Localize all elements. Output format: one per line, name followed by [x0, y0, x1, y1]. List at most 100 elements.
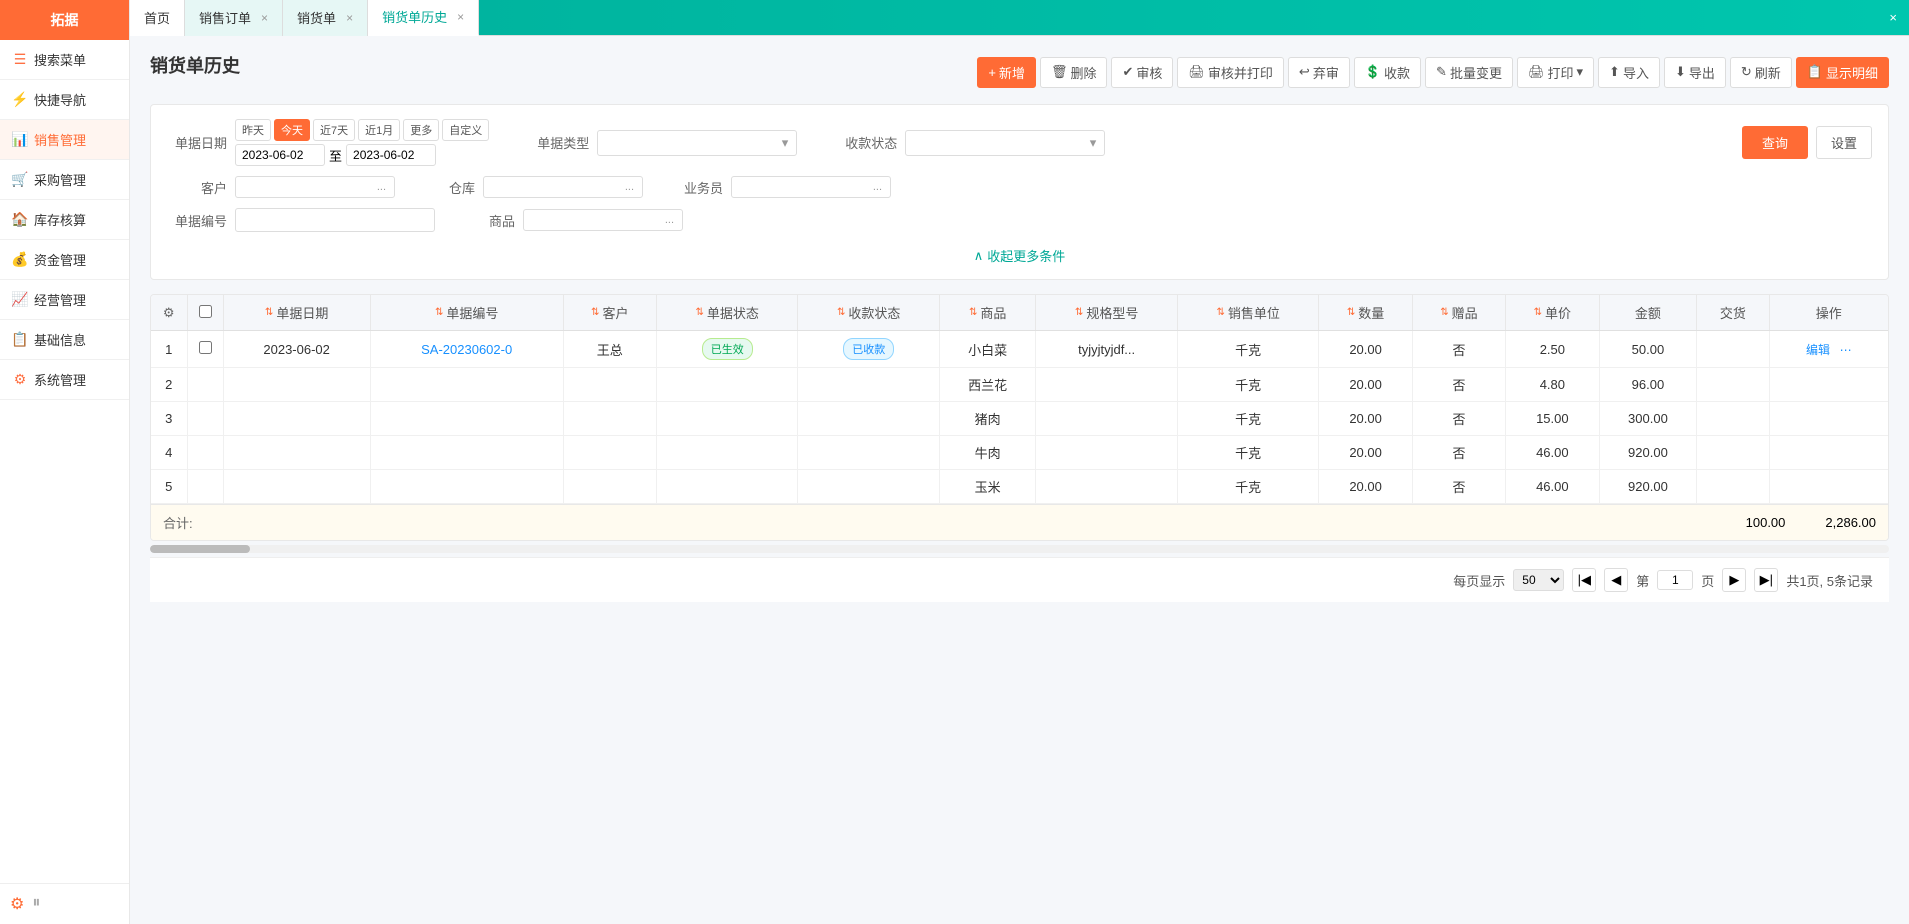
footer-total-amount: 2,286.00 [1825, 515, 1876, 530]
row1-gift: 否 [1412, 331, 1505, 368]
row5-date [223, 470, 370, 504]
warehouse-input[interactable]: ... [483, 176, 643, 198]
row2-goods: 西兰花 [940, 368, 1036, 402]
row2-docno [370, 368, 563, 402]
date-quick-1month[interactable]: 近1月 [358, 119, 400, 141]
query-button[interactable]: 查询 [1742, 126, 1808, 159]
page-title: 销货单历史 [150, 52, 240, 78]
table-settings-icon[interactable]: ⚙ [163, 305, 175, 320]
th-docstatus: ⇅ 单据状态 [656, 295, 798, 331]
date-quick-custom[interactable]: 自定义 [442, 119, 489, 141]
sidebar-item-sales[interactable]: 📊 销售管理 [0, 120, 129, 160]
customer-ellipsis: ... [377, 181, 386, 193]
scrollbar-thumb[interactable] [150, 545, 250, 553]
page-number-input[interactable] [1657, 570, 1693, 590]
collapse-button[interactable]: ∧ 收起更多条件 [167, 242, 1872, 265]
filter-area: 单据日期 昨天 今天 近7天 近1月 更多 自定义 至 [150, 104, 1889, 280]
row4-paymentstatus [798, 436, 940, 470]
show-detail-icon: 📋 [1807, 64, 1823, 80]
audit-button[interactable]: ✔ 审核 [1111, 57, 1173, 88]
row4-qty: 20.00 [1319, 436, 1412, 470]
row1-docno-link[interactable]: SA-20230602-0 [421, 342, 512, 357]
goods-label: 商品 [455, 211, 515, 230]
date-quick-yesterday[interactable]: 昨天 [235, 119, 271, 141]
date-to-input[interactable] [346, 144, 436, 166]
collapse-label: 收起更多条件 [987, 246, 1065, 265]
th-gift: ⇅ 赠品 [1412, 295, 1505, 331]
set-button[interactable]: 设置 [1816, 126, 1872, 159]
row1-more-link[interactable]: ⋯ [1840, 343, 1852, 357]
th-goods-sort-icon: ⇅ [969, 307, 977, 318]
audit-print-icon: 🖨 [1188, 64, 1205, 80]
page-size-select[interactable]: 50 10 20 100 [1513, 569, 1564, 591]
th-qty-sort-icon: ⇅ [1347, 307, 1355, 318]
sidebar-item-search[interactable]: ☰ 搜索菜单 [0, 40, 129, 80]
th-customer-inner: ⇅ 客户 [570, 303, 650, 322]
sidebar-collapse-btn[interactable]: ⏸ [32, 894, 40, 914]
print-button[interactable]: 🖨 打印 ▾ [1517, 57, 1594, 88]
select-all-checkbox[interactable] [199, 305, 212, 318]
tab-sales-history-close[interactable]: × [457, 10, 464, 24]
quicknav-icon: ⚡ [12, 92, 28, 108]
audit-print-button[interactable]: 🖨 审核并打印 [1177, 57, 1284, 88]
sidebar-item-label: 基础信息 [34, 330, 86, 349]
tab-sales-order[interactable]: 销售订单 × [185, 0, 283, 36]
th-price: ⇅ 单价 [1506, 295, 1599, 331]
tab-sales-delivery-close[interactable]: × [346, 11, 353, 25]
abandon-button[interactable]: ↩ 弃审 [1288, 57, 1350, 88]
date-quick-more[interactable]: 更多 [403, 119, 439, 141]
row1-select[interactable] [199, 341, 212, 354]
row2-qty: 20.00 [1319, 368, 1412, 402]
sidebar-item-system[interactable]: ⚙ 系统管理 [0, 360, 129, 400]
date-range-inputs: 至 [235, 144, 489, 166]
goods-input[interactable]: ... [523, 209, 683, 231]
row5-goods: 玉米 [940, 470, 1036, 504]
tab-sales-order-close[interactable]: × [261, 11, 268, 25]
page-last-btn[interactable]: ▶| [1754, 568, 1778, 592]
customer-input[interactable]: ... [235, 176, 395, 198]
tab-sales-delivery[interactable]: 销货单 × [283, 0, 368, 36]
docno-input[interactable] [235, 208, 435, 232]
sidebar-item-baseinfo[interactable]: 📋 基础信息 [0, 320, 129, 360]
row4-gift: 否 [1412, 436, 1505, 470]
th-spec-sort-icon: ⇅ [1075, 307, 1083, 318]
tabbar-close-btn[interactable]: × [1877, 10, 1909, 25]
page-first-btn[interactable]: |◀ [1572, 568, 1596, 592]
sidebar-item-operations[interactable]: 📈 经营管理 [0, 280, 129, 320]
export-button[interactable]: ⬇ 导出 [1664, 57, 1726, 88]
horizontal-scrollbar[interactable] [150, 545, 1889, 553]
sidebar-item-purchase[interactable]: 🛒 采购管理 [0, 160, 129, 200]
sidebar-item-quicknav[interactable]: ⚡ 快捷导航 [0, 80, 129, 120]
plus-icon: + [988, 65, 996, 80]
show-detail-button[interactable]: 📋 显示明细 [1796, 57, 1889, 88]
refresh-label: 刷新 [1755, 63, 1781, 82]
sidebar-item-inventory[interactable]: 🏠 库存核算 [0, 200, 129, 240]
sidebar-item-label: 系统管理 [34, 370, 86, 389]
row1-edit-link[interactable]: 编辑 [1806, 343, 1830, 357]
doctype-select[interactable]: ▾ [597, 130, 797, 156]
page-prev-btn[interactable]: ◀ [1604, 568, 1628, 592]
sidebar-item-label: 销售管理 [34, 130, 86, 149]
tab-sales-history[interactable]: 销货单历史 × [368, 0, 479, 36]
finance-icon: 💰 [12, 252, 28, 268]
refresh-button[interactable]: ↻ 刷新 [1730, 57, 1792, 88]
row5-docstatus [656, 470, 798, 504]
row1-paymentstatus-badge: 已收款 [843, 338, 894, 360]
staff-input[interactable]: ... [731, 176, 891, 198]
tab-home[interactable]: 首页 [130, 0, 185, 36]
page-next-btn[interactable]: ▶ [1722, 568, 1746, 592]
import-button[interactable]: ⬆ 导入 [1598, 57, 1660, 88]
add-button[interactable]: + 新增 [977, 57, 1036, 88]
date-quick-7days[interactable]: 近7天 [313, 119, 355, 141]
date-from-input[interactable] [235, 144, 325, 166]
warehouse-label: 仓库 [415, 178, 475, 197]
collect-button[interactable]: 💲 收款 [1354, 57, 1421, 88]
payment-select[interactable]: ▾ [905, 130, 1105, 156]
sidebar-item-finance[interactable]: 💰 资金管理 [0, 240, 129, 280]
batch-change-button[interactable]: ✎ 批量变更 [1425, 57, 1513, 88]
th-docstatus-inner: ⇅ 单据状态 [663, 303, 792, 322]
sidebar-settings-btn[interactable]: ⚙ [10, 894, 24, 914]
delete-button[interactable]: 🗑 删除 [1040, 57, 1108, 88]
date-quick-today[interactable]: 今天 [274, 119, 310, 141]
row4-amount: 920.00 [1599, 436, 1697, 470]
